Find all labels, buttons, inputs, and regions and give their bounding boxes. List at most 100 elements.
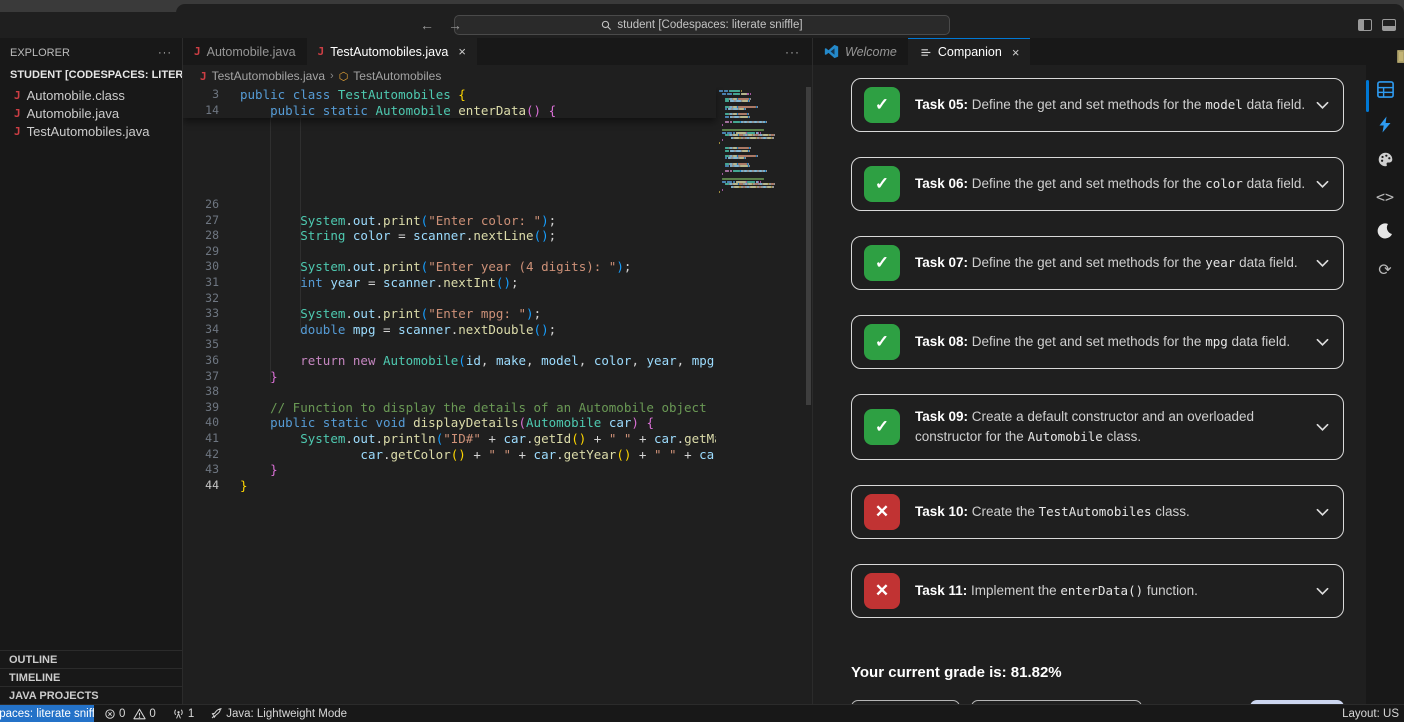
- task-description-segment: Implement the: [971, 582, 1061, 598]
- tab-testautomobiles-java[interactable]: J TestAutomobiles.java ×: [306, 38, 477, 65]
- task-card-07[interactable]: ✓ Task 07: Define the get and set methods…: [851, 236, 1344, 290]
- task-card-11[interactable]: ✕ Task 11: Implement the enterData() func…: [851, 564, 1344, 618]
- chevron-down-icon[interactable]: [1316, 180, 1329, 189]
- scrollbar-thumb[interactable]: [806, 87, 811, 405]
- workspace-section-header[interactable]: STUDENT [CODESPACES: LITERATE SNIF...: [0, 66, 182, 86]
- rocket-icon: [211, 708, 222, 719]
- code-line: 43 }: [183, 462, 716, 478]
- chevron-down-icon[interactable]: [1316, 423, 1329, 432]
- code-line: 26: [183, 197, 716, 213]
- toggle-panel-icon[interactable]: [1382, 19, 1396, 31]
- code-text: }: [240, 478, 248, 494]
- chevron-down-icon[interactable]: [1316, 338, 1329, 347]
- explorer-title: EXPLORER: [10, 47, 70, 59]
- code-text: return new Automobile(id, make, model, c…: [240, 353, 716, 369]
- task-card-08[interactable]: ✓ Task 08: Define the get and set methods…: [851, 315, 1344, 369]
- task-card-05[interactable]: ✓ Task 05: Define the get and set methods…: [851, 78, 1344, 132]
- code-token: mpg: [691, 352, 715, 368]
- task-description-segment: model: [1205, 96, 1243, 112]
- task-card-10[interactable]: ✕ Task 10: Create the TestAutomobiles cla…: [851, 485, 1344, 539]
- line-number: 3: [212, 87, 219, 101]
- sidebar-section-java-projects[interactable]: JAVA PROJECTS: [0, 686, 182, 704]
- forward-arrow-icon[interactable]: →: [448, 17, 462, 33]
- task-card-06[interactable]: ✓ Task 06: Define the get and set methods…: [851, 157, 1344, 211]
- code-token: scanner: [398, 321, 451, 337]
- tab-companion[interactable]: Companion ×: [907, 38, 1031, 65]
- file-item[interactable]: J Automobile.class: [0, 86, 182, 104]
- tab-welcome[interactable]: Welcome: [813, 38, 908, 65]
- code-token: static: [322, 102, 368, 118]
- lightning-icon[interactable]: [1366, 116, 1404, 133]
- file-item[interactable]: J Automobile.java: [0, 104, 182, 122]
- task-label: Task 08:: [915, 333, 972, 349]
- code-token: (: [458, 352, 466, 368]
- code-token: +: [631, 430, 654, 446]
- code-token: System: [300, 212, 346, 228]
- code-editor[interactable]: 26 27 System.out.print("Enter color: "); 2…: [183, 87, 812, 704]
- code-token: TestAutomobiles: [337, 87, 451, 102]
- code-token: nextLine: [473, 228, 534, 244]
- moon-icon[interactable]: [1366, 223, 1404, 239]
- tasks-view-icon[interactable]: [1366, 80, 1404, 99]
- chevron-down-icon[interactable]: [1316, 587, 1329, 596]
- split-editor-icon[interactable]: [1397, 50, 1404, 63]
- task-label: Task 07:: [915, 254, 972, 270]
- code-token: .: [375, 212, 384, 228]
- task-text: Task 05: Define the get and set methods …: [915, 95, 1306, 115]
- file-item[interactable]: J TestAutomobiles.java: [0, 122, 182, 140]
- refresh-icon[interactable]: ⟳: [1366, 260, 1404, 280]
- code-token: " ": [653, 446, 677, 462]
- java-file-icon: J: [194, 45, 201, 58]
- code-token: car: [608, 415, 632, 431]
- chevron-down-icon[interactable]: [1316, 259, 1329, 268]
- minimap[interactable]: [719, 87, 805, 704]
- sidebar-bottom-sections: OUTLINE TIMELINE JAVA PROJECTS: [0, 650, 182, 704]
- back-arrow-icon[interactable]: ←: [420, 17, 434, 33]
- right-activity-bar: <> ⟳: [1366, 38, 1404, 704]
- editor-scrollbar[interactable]: [805, 87, 812, 704]
- task-description-segment: Create the: [971, 503, 1039, 519]
- task-card-09[interactable]: ✓ Task 09: Create a default constructor a…: [851, 394, 1344, 460]
- code-token: .: [526, 430, 534, 446]
- editor-group: J Automobile.java J TestAutomobiles.java…: [183, 38, 812, 704]
- calculate-grade-button[interactable]: CALCULATE GRADE: [970, 700, 1142, 704]
- explorer-more-actions[interactable]: ···: [158, 47, 172, 59]
- run-code-button[interactable]: RUN CODE: [851, 700, 960, 704]
- code-token: getMake: [684, 430, 716, 446]
- minimap-segment: [749, 149, 751, 152]
- breadcrumb-file[interactable]: TestAutomobiles.java: [212, 69, 325, 83]
- minimap-segment: [721, 188, 723, 191]
- task-description-segment: Define the get and set methods for the: [971, 254, 1206, 270]
- code-token: +: [510, 446, 534, 462]
- minimap-segment: [719, 186, 731, 188]
- remote-indicator[interactable]: Codespaces: literate sniffle: [0, 705, 94, 722]
- vscode-logo-icon: [824, 44, 839, 59]
- close-tab-icon[interactable]: ×: [1012, 45, 1020, 60]
- code-brackets-icon[interactable]: <>: [1366, 188, 1404, 206]
- toggle-sidebar-icon[interactable]: [1358, 19, 1372, 31]
- sidebar-section-outline[interactable]: OUTLINE: [0, 650, 182, 668]
- command-center-search[interactable]: student [Codespaces: literate sniffle]: [454, 15, 950, 35]
- minimap-segment: [733, 121, 741, 124]
- task-label: Task 05:: [915, 96, 972, 112]
- chevron-down-icon[interactable]: [1316, 101, 1329, 110]
- editor-more-actions[interactable]: ···: [785, 45, 812, 59]
- breadcrumb-symbol[interactable]: TestAutomobiles: [353, 69, 441, 83]
- java-status[interactable]: Java: Lightweight Mode: [210, 707, 347, 720]
- code-token: ,: [578, 352, 594, 368]
- chevron-down-icon[interactable]: [1316, 508, 1329, 517]
- code-token: out: [352, 259, 376, 275]
- code-line: 35: [183, 337, 716, 353]
- palette-icon[interactable]: [1366, 151, 1404, 168]
- code-token: getYear: [563, 446, 617, 462]
- problems-indicator[interactable]: 0 0: [104, 708, 156, 720]
- code-token: out: [352, 430, 376, 446]
- submit-button[interactable]: SUBMIT: [1249, 700, 1344, 704]
- close-tab-icon[interactable]: ×: [458, 44, 466, 59]
- tab-automobile-java[interactable]: J Automobile.java: [183, 38, 307, 65]
- layout-status[interactable]: Layout: US: [1342, 708, 1404, 720]
- sidebar-section-timeline[interactable]: TIMELINE: [0, 668, 182, 686]
- ports-indicator[interactable]: 1: [172, 707, 194, 720]
- task-description-segment: class.: [1151, 503, 1190, 519]
